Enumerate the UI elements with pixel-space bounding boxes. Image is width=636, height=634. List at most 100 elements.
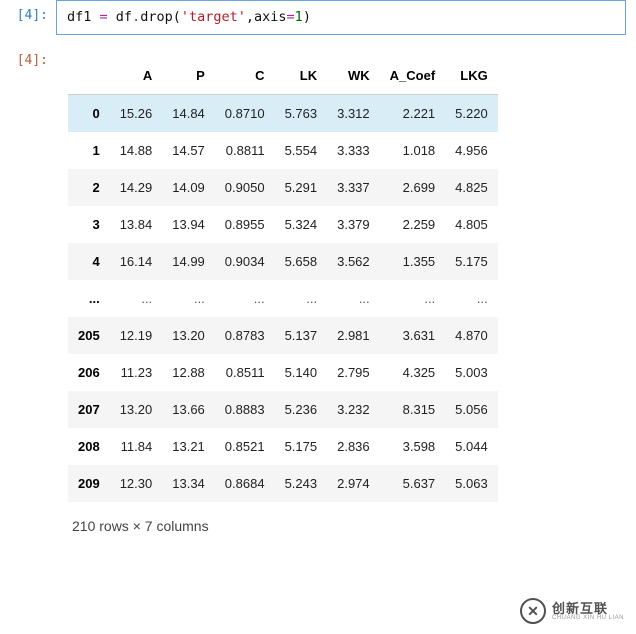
cell: 14.57 — [162, 132, 215, 169]
cell: 2.795 — [327, 354, 380, 391]
cell: 5.175 — [275, 428, 328, 465]
cell: ... — [327, 280, 380, 317]
cell: 4.870 — [445, 317, 498, 354]
cell: 5.554 — [275, 132, 328, 169]
table-row: 214.2914.090.90505.2913.3372.6994.825 — [68, 169, 498, 206]
input-prompt: [4]: — [0, 0, 56, 23]
cell: 5.763 — [275, 94, 328, 132]
row-index: 4 — [68, 243, 110, 280]
cell: 0.8684 — [215, 465, 275, 502]
cell: 14.84 — [162, 94, 215, 132]
cell: 4.825 — [445, 169, 498, 206]
row-index: 3 — [68, 206, 110, 243]
cell: 0.8955 — [215, 206, 275, 243]
cell: 5.063 — [445, 465, 498, 502]
cell: 2.836 — [327, 428, 380, 465]
cell: 12.30 — [110, 465, 163, 502]
watermark: 创新互联 CHUANG XIN HU LIAN — [520, 598, 624, 624]
dataframe-table: A P C LK WK A_Coef LKG 015.2614.840.8710… — [68, 57, 498, 502]
code-token: = — [287, 9, 295, 25]
cell: 12.88 — [162, 354, 215, 391]
cell: 0.8710 — [215, 94, 275, 132]
row-index: 207 — [68, 391, 110, 428]
code-token: df1 — [67, 9, 100, 25]
cell: 14.29 — [110, 169, 163, 206]
table-row: 416.1414.990.90345.6583.5621.3555.175 — [68, 243, 498, 280]
code-input[interactable]: df1 = df.drop('target',axis=1) — [56, 0, 626, 35]
code-token: drop — [140, 9, 173, 25]
table-row: 20713.2013.660.88835.2363.2328.3155.056 — [68, 391, 498, 428]
row-index: 209 — [68, 465, 110, 502]
code-token: 'target' — [181, 9, 246, 25]
cell: 13.21 — [162, 428, 215, 465]
col-header: LK — [275, 57, 328, 95]
cell: 5.220 — [445, 94, 498, 132]
row-index: 206 — [68, 354, 110, 391]
cell: 13.94 — [162, 206, 215, 243]
cell: 0.8883 — [215, 391, 275, 428]
code-token: 1 — [295, 9, 303, 25]
cell: ... — [445, 280, 498, 317]
cell: 2.981 — [327, 317, 380, 354]
cell: 3.337 — [327, 169, 380, 206]
cell: 0.8511 — [215, 354, 275, 391]
cell: ... — [110, 280, 163, 317]
table-row: 313.8413.940.89555.3243.3792.2594.805 — [68, 206, 498, 243]
header-row: A P C LK WK A_Coef LKG — [68, 57, 498, 95]
cell: ... — [215, 280, 275, 317]
cell: 3.312 — [327, 94, 380, 132]
code-token: ( — [173, 9, 181, 25]
cell: 13.20 — [110, 391, 163, 428]
code-token: df — [108, 9, 132, 25]
col-header: WK — [327, 57, 380, 95]
cell: 2.221 — [380, 94, 446, 132]
col-header: P — [162, 57, 215, 95]
row-index: 2 — [68, 169, 110, 206]
cell: 4.325 — [380, 354, 446, 391]
table-row: 114.8814.570.88115.5543.3331.0184.956 — [68, 132, 498, 169]
col-header: C — [215, 57, 275, 95]
cell: 5.243 — [275, 465, 328, 502]
cell: 3.562 — [327, 243, 380, 280]
cell: 15.26 — [110, 94, 163, 132]
watermark-text: 创新互联 CHUANG XIN HU LIAN — [552, 602, 624, 621]
cell: 11.23 — [110, 354, 163, 391]
table-row: 20611.2312.880.85115.1402.7954.3255.003 — [68, 354, 498, 391]
cell: 5.137 — [275, 317, 328, 354]
cell: 0.9050 — [215, 169, 275, 206]
cell: ... — [162, 280, 215, 317]
cell: 14.09 — [162, 169, 215, 206]
cell: 13.34 — [162, 465, 215, 502]
output-prompt: [4]: — [0, 45, 56, 68]
watermark-main: 创新互联 — [552, 602, 624, 615]
cell: 5.236 — [275, 391, 328, 428]
cell: 0.9034 — [215, 243, 275, 280]
col-header: LKG — [445, 57, 498, 95]
cell: 5.044 — [445, 428, 498, 465]
cell: 14.88 — [110, 132, 163, 169]
table-row: 20811.8413.210.85215.1752.8363.5985.044 — [68, 428, 498, 465]
cell: 5.658 — [275, 243, 328, 280]
cell: 2.259 — [380, 206, 446, 243]
cell: 3.379 — [327, 206, 380, 243]
index-header — [68, 57, 110, 95]
cell: 16.14 — [110, 243, 163, 280]
table-row: 20912.3013.340.86845.2432.9745.6375.063 — [68, 465, 498, 502]
output-cell: [4]: A P C LK WK A_Coef LKG 015.2614.840… — [0, 45, 636, 534]
input-cell: [4]: df1 = df.drop('target',axis=1) — [0, 0, 636, 35]
output-area: A P C LK WK A_Coef LKG 015.2614.840.8710… — [56, 45, 636, 534]
cell: 3.333 — [327, 132, 380, 169]
cell: 3.631 — [380, 317, 446, 354]
row-index: 0 — [68, 94, 110, 132]
watermark-sub: CHUANG XIN HU LIAN — [552, 615, 624, 621]
code-token: axis — [254, 9, 287, 25]
cell: 0.8783 — [215, 317, 275, 354]
code-token: = — [100, 9, 108, 25]
table-row: 20512.1913.200.87835.1372.9813.6314.870 — [68, 317, 498, 354]
cell: 5.003 — [445, 354, 498, 391]
cell: 14.99 — [162, 243, 215, 280]
code-token: , — [246, 9, 254, 25]
col-header: A_Coef — [380, 57, 446, 95]
code-token: ) — [303, 9, 311, 25]
cell: 13.20 — [162, 317, 215, 354]
